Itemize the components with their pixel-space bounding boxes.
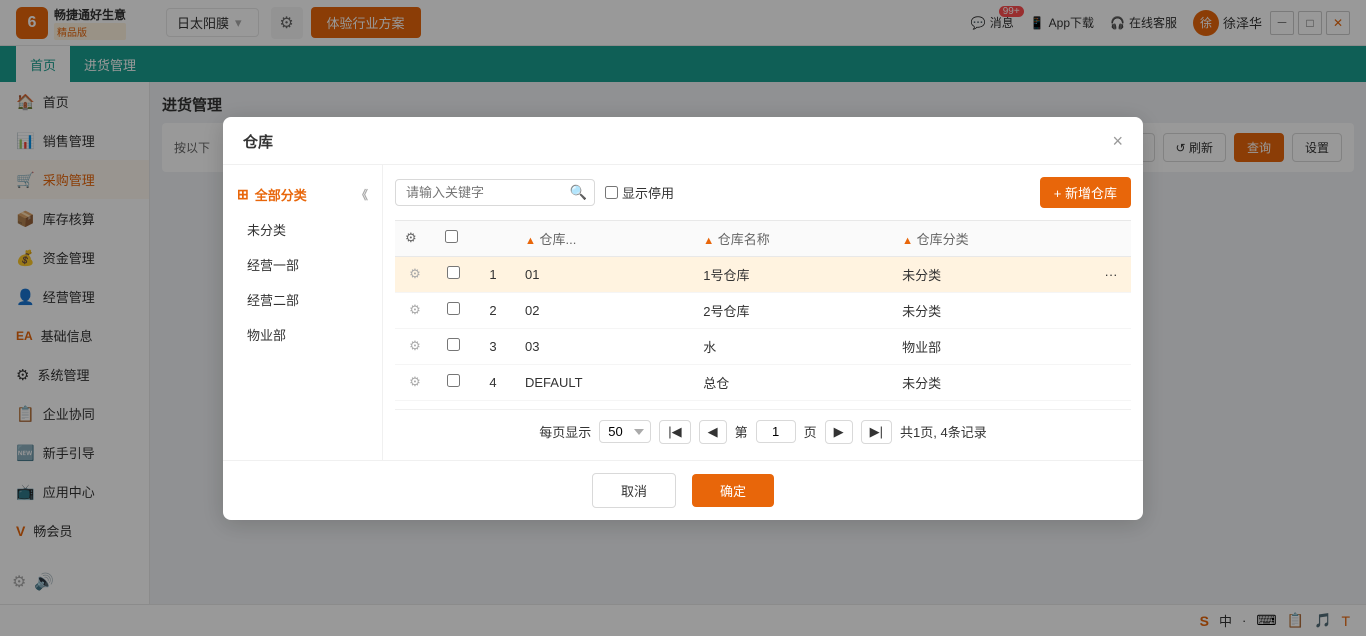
row-gear-2[interactable]: ⚙	[395, 292, 435, 328]
select-all-checkbox[interactable]	[445, 230, 458, 243]
row-checkbox-1[interactable]	[447, 266, 460, 279]
sort-icon-name: ▲	[703, 235, 714, 247]
first-page-button[interactable]: |◀	[659, 420, 690, 444]
table-row[interactable]: ⚙ 4 DEFAULT 总仓 未分类	[395, 364, 1131, 400]
col-header-name[interactable]: ▲ 仓库名称	[693, 220, 892, 256]
search-icon: 🔍	[570, 184, 587, 201]
cancel-button[interactable]: 取消	[592, 473, 676, 508]
row-gear-3[interactable]: ⚙	[395, 328, 435, 364]
row-category-3: 物业部	[892, 328, 1091, 364]
modal-footer: 取消 确定	[223, 460, 1143, 520]
cat-item-1[interactable]: 经营一部	[223, 247, 382, 282]
row-code-4: DEFAULT	[515, 364, 693, 400]
row-code-2: 02	[515, 292, 693, 328]
table-header-row: ⚙ ▲ 仓库... ▲	[395, 220, 1131, 256]
pagination-bar: 每页显示 50 10 20 100 |◀ ◀ 第 页 ▶ ▶| 共1页, 4条记…	[395, 409, 1131, 448]
total-info: 共1页, 4条记录	[900, 422, 987, 441]
table-row[interactable]: ⚙ 1 01 1号仓库 未分类 ···	[395, 256, 1131, 292]
table-scroll-area: ⚙ ▲ 仓库... ▲	[395, 220, 1131, 401]
page-number-input[interactable]	[756, 420, 796, 443]
row-category-4: 未分类	[892, 364, 1091, 400]
modal-title: 仓库	[243, 131, 273, 152]
modal-header: 仓库 ×	[223, 117, 1143, 165]
cat-item-3[interactable]: 物业部	[223, 317, 382, 352]
row-cb-3[interactable]	[435, 328, 471, 364]
row-checkbox-4[interactable]	[447, 374, 460, 387]
modal-overlay: 仓库 × ⊞ 全部分类 《 未分类 经营一部 经营二部	[0, 0, 1366, 636]
per-page-select[interactable]: 50 10 20 100	[599, 420, 651, 443]
confirm-button[interactable]: 确定	[692, 474, 774, 507]
row-actions-4[interactable]	[1091, 364, 1131, 400]
row-name-3: 水	[693, 328, 892, 364]
warehouse-table: ⚙ ▲ 仓库... ▲	[395, 220, 1131, 401]
row-actions-2[interactable]	[1091, 292, 1131, 328]
last-page-button[interactable]: ▶|	[861, 420, 892, 444]
modal-body: ⊞ 全部分类 《 未分类 经营一部 经营二部 物业部	[223, 165, 1143, 460]
row-name-4: 总仓	[693, 364, 892, 400]
row-actions-1[interactable]: ···	[1091, 256, 1131, 292]
table-row[interactable]: ⚙ 2 02 2号仓库 未分类	[395, 292, 1131, 328]
row-name-2: 2号仓库	[693, 292, 892, 328]
grid-icon: ⊞	[237, 186, 249, 203]
col-header-no	[471, 220, 515, 256]
cat-item-0[interactable]: 未分类	[223, 212, 382, 247]
row-cb-1[interactable]	[435, 256, 471, 292]
collapse-icon[interactable]: 《	[356, 186, 368, 203]
row-cb-2[interactable]	[435, 292, 471, 328]
row-no-4: 4	[471, 364, 515, 400]
row-no-2: 2	[471, 292, 515, 328]
prev-page-button[interactable]: ◀	[699, 420, 727, 444]
table-panel: 🔍 显示停用 + 新增仓库 ⚙	[383, 165, 1143, 460]
row-code-3: 03	[515, 328, 693, 364]
row-gear-1[interactable]: ⚙	[395, 256, 435, 292]
row-category-2: 未分类	[892, 292, 1091, 328]
row-checkbox-3[interactable]	[447, 338, 460, 351]
row-no-3: 3	[471, 328, 515, 364]
col-header-gear[interactable]: ⚙	[395, 220, 435, 256]
per-page-label: 每页显示	[539, 422, 591, 441]
row-category-1: 未分类	[892, 256, 1091, 292]
row-cb-4[interactable]	[435, 364, 471, 400]
sort-icon-code: ▲	[525, 235, 536, 247]
sort-icon-category: ▲	[902, 235, 913, 247]
category-panel: ⊞ 全部分类 《 未分类 经营一部 经营二部 物业部	[223, 165, 383, 460]
col-header-category[interactable]: ▲ 仓库分类	[892, 220, 1091, 256]
cat-item-2[interactable]: 经营二部	[223, 282, 382, 317]
search-wrap: 🔍	[395, 179, 595, 206]
row-no-1: 1	[471, 256, 515, 292]
col-header-actions	[1091, 220, 1131, 256]
modal-close-button[interactable]: ×	[1112, 132, 1123, 150]
show-disabled-checkbox[interactable]	[605, 186, 618, 199]
row-actions-3[interactable]	[1091, 328, 1131, 364]
row-gear-4[interactable]: ⚙	[395, 364, 435, 400]
new-warehouse-button[interactable]: + 新增仓库	[1040, 177, 1131, 208]
page-unit: 页	[804, 422, 817, 441]
table-row[interactable]: ⚙ 3 03 水 物业部	[395, 328, 1131, 364]
warehouse-modal: 仓库 × ⊞ 全部分类 《 未分类 经营一部 经营二部	[223, 117, 1143, 520]
table-toolbar: 🔍 显示停用 + 新增仓库	[395, 177, 1131, 208]
search-input[interactable]	[395, 179, 595, 206]
all-categories-item[interactable]: ⊞ 全部分类 《	[223, 177, 382, 212]
col-header-code[interactable]: ▲ 仓库...	[515, 220, 693, 256]
page-label: 第	[735, 422, 748, 441]
col-header-checkbox[interactable]	[435, 220, 471, 256]
next-page-button[interactable]: ▶	[825, 420, 853, 444]
all-categories-label: 全部分类	[255, 185, 307, 204]
row-name-1: 1号仓库	[693, 256, 892, 292]
row-checkbox-2[interactable]	[447, 302, 460, 315]
row-code-1: 01	[515, 256, 693, 292]
show-disabled-label[interactable]: 显示停用	[605, 183, 674, 202]
